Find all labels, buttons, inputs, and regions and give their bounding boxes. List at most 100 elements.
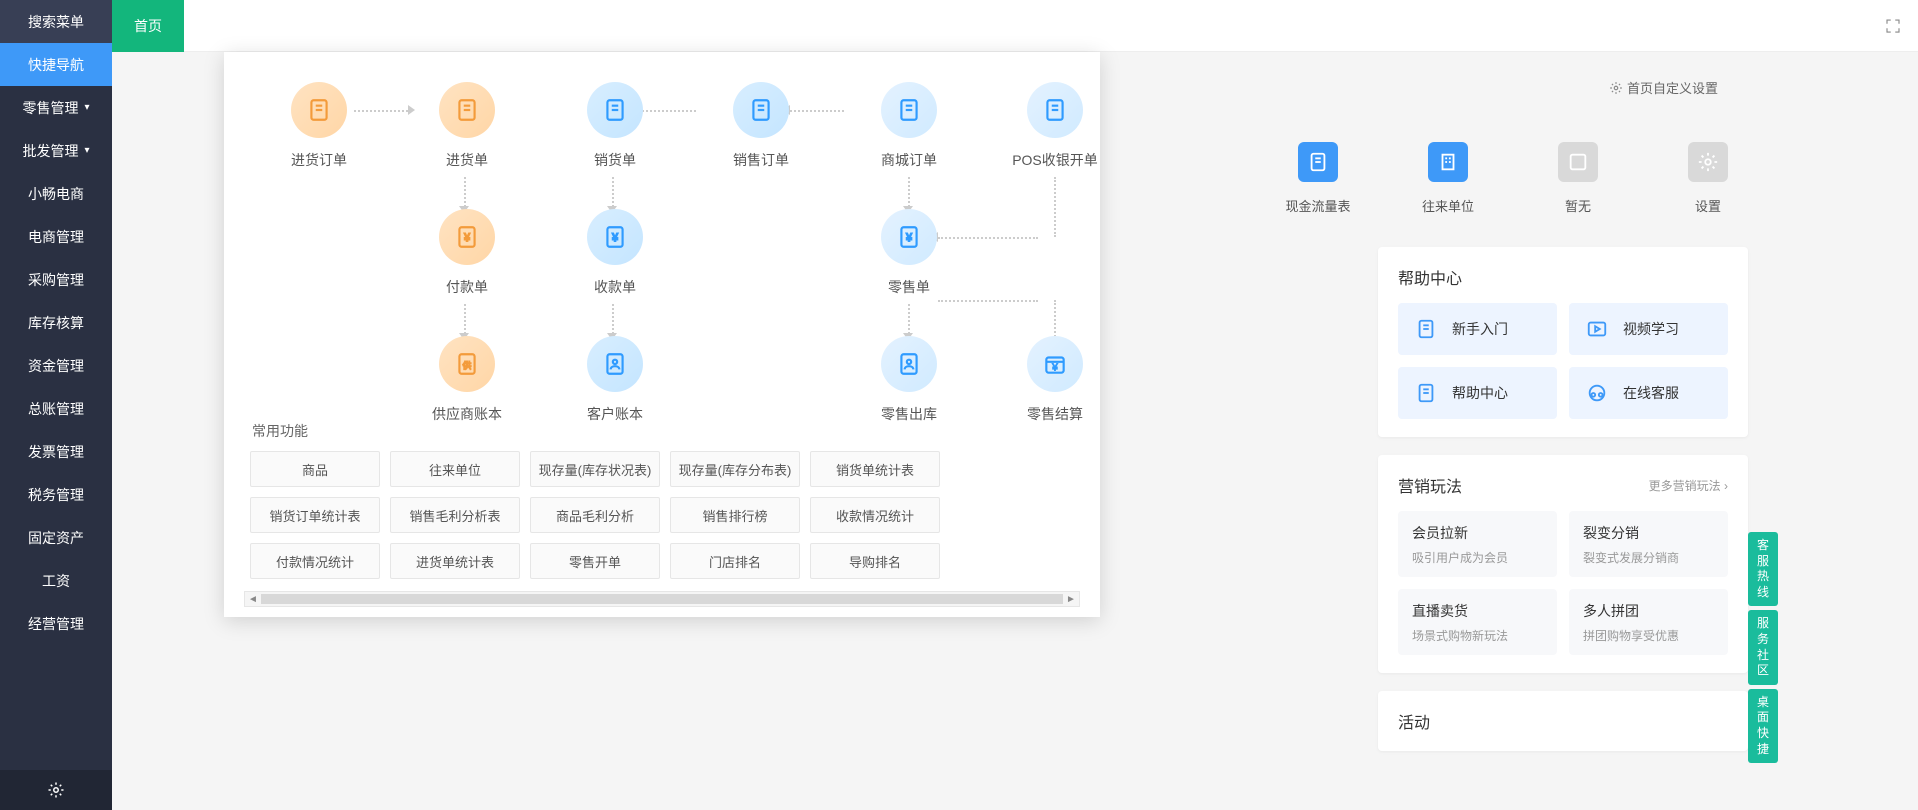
help-label: 新手入门 — [1452, 319, 1508, 339]
help-label: 视频学习 — [1623, 319, 1679, 339]
flow-客户账本[interactable]: 客户账本 — [570, 336, 660, 424]
flow-label: 零售单 — [888, 277, 930, 297]
tab-home[interactable]: 首页 — [112, 0, 184, 52]
flow-零售结算[interactable]: 零售结算 — [1010, 336, 1100, 424]
sidebar-item-快捷导航[interactable]: 快捷导航 — [0, 43, 112, 86]
flow-零售出库[interactable]: 零售出库 — [864, 336, 954, 424]
sidebar-item-label: 库存核算 — [28, 313, 84, 333]
scroll-right-button[interactable]: ► — [1063, 592, 1079, 606]
settings-icon — [1688, 142, 1728, 182]
common-销售毛利分析表[interactable]: 销售毛利分析表 — [390, 497, 520, 533]
flow-icon — [587, 209, 643, 265]
promo-会员拉新[interactable]: 会员拉新吸引用户成为会员 — [1398, 511, 1557, 577]
sidebar-search-label: 搜索菜单 — [28, 12, 84, 32]
quick-label: 暂无 — [1565, 196, 1591, 215]
cashflow-icon — [1298, 142, 1338, 182]
common-销货单统计表[interactable]: 销货单统计表 — [810, 451, 940, 487]
promo-裂变分销[interactable]: 裂变分销裂变式发展分销商 — [1569, 511, 1728, 577]
flow-销售订单[interactable]: 销售订单 — [716, 82, 806, 170]
help-帮助中心[interactable]: 帮助中心 — [1398, 367, 1557, 419]
sidebar-item-采购管理[interactable]: 采购管理 — [0, 258, 112, 301]
sidebar-item-税务管理[interactable]: 税务管理 — [0, 473, 112, 516]
sidebar-item-零售管理[interactable]: 零售管理▾ — [0, 86, 112, 129]
floater-客服热线[interactable]: 客服热线 — [1748, 532, 1778, 606]
sidebar-item-工资[interactable]: 工资 — [0, 559, 112, 602]
common-进货单统计表[interactable]: 进货单统计表 — [390, 543, 520, 579]
quick-contacts[interactable]: 往来单位 — [1408, 142, 1488, 215]
common-零售开单[interactable]: 零售开单 — [530, 543, 660, 579]
quick-settings[interactable]: 设置 — [1668, 142, 1748, 215]
sidebar-search[interactable]: 搜索菜单 — [0, 0, 112, 43]
flow-供应商账本[interactable]: 供应商账本 — [422, 336, 512, 424]
flow-付款单[interactable]: 付款单 — [422, 209, 512, 297]
help-在线客服[interactable]: 在线客服 — [1569, 367, 1728, 419]
common-往来单位[interactable]: 往来单位 — [390, 451, 520, 487]
flow-收款单[interactable]: 收款单 — [570, 209, 660, 297]
flow-label: 零售结算 — [1027, 404, 1083, 424]
flow-icon — [733, 82, 789, 138]
sidebar-item-资金管理[interactable]: 资金管理 — [0, 344, 112, 387]
flow-icon — [1027, 336, 1083, 392]
common-现存量(库存分布表)[interactable]: 现存量(库存分布表) — [670, 451, 800, 487]
help-icon — [1412, 315, 1440, 343]
common-导购排名[interactable]: 导购排名 — [810, 543, 940, 579]
scroll-left-button[interactable]: ◄ — [245, 592, 261, 606]
flow-商城订单[interactable]: 商城订单 — [864, 82, 954, 170]
sidebar-settings[interactable] — [0, 770, 112, 810]
help-视频学习[interactable]: 视频学习 — [1569, 303, 1728, 355]
common-付款情况统计[interactable]: 付款情况统计 — [250, 543, 380, 579]
common-商品[interactable]: 商品 — [250, 451, 380, 487]
promo-item-sub: 场景式购物新玩法 — [1412, 627, 1543, 644]
sidebar-item-发票管理[interactable]: 发票管理 — [0, 430, 112, 473]
promo-title: 营销玩法 — [1398, 473, 1462, 497]
common-销售排行榜[interactable]: 销售排行榜 — [670, 497, 800, 533]
quick-none[interactable]: 暂无 — [1538, 142, 1618, 215]
promo-item-title: 直播卖货 — [1412, 601, 1543, 621]
flow-icon — [1027, 82, 1083, 138]
gear-icon — [1609, 81, 1623, 95]
flow-label: 供应商账本 — [432, 404, 502, 424]
flow-label: 付款单 — [446, 277, 488, 297]
sidebar-item-总账管理[interactable]: 总账管理 — [0, 387, 112, 430]
sidebar-item-库存核算[interactable]: 库存核算 — [0, 301, 112, 344]
sidebar-item-批发管理[interactable]: 批发管理▾ — [0, 129, 112, 172]
promo-card: 营销玩法 更多营销玩法 › 会员拉新吸引用户成为会员裂变分销裂变式发展分销商直播… — [1378, 455, 1748, 673]
flow-零售单[interactable]: 零售单 — [864, 209, 954, 297]
quick-cashflow[interactable]: 现金流量表 — [1278, 142, 1358, 215]
sidebar-item-经营管理[interactable]: 经营管理 — [0, 602, 112, 645]
scroll-thumb[interactable] — [261, 594, 1063, 604]
flow-进货订单[interactable]: 进货订单 — [274, 82, 364, 170]
help-icon — [1412, 379, 1440, 407]
floater-桌面快捷[interactable]: 桌面快捷 — [1748, 689, 1778, 763]
sidebar-item-label: 工资 — [42, 571, 70, 591]
help-label: 帮助中心 — [1452, 383, 1508, 403]
flyout-scrollbar[interactable]: ◄ ► — [244, 591, 1080, 607]
common-商品毛利分析[interactable]: 商品毛利分析 — [530, 497, 660, 533]
flow-icon — [587, 82, 643, 138]
common-销货订单统计表[interactable]: 销货订单统计表 — [250, 497, 380, 533]
sidebar-item-label: 经营管理 — [28, 614, 84, 634]
flow-销货单[interactable]: 销货单 — [570, 82, 660, 170]
sidebar-item-电商管理[interactable]: 电商管理 — [0, 215, 112, 258]
common-收款情况统计[interactable]: 收款情况统计 — [810, 497, 940, 533]
flow-进货单[interactable]: 进货单 — [422, 82, 512, 170]
floater-服务社区[interactable]: 服务社区 — [1748, 610, 1778, 684]
promo-more[interactable]: 更多营销玩法 › — [1649, 477, 1728, 494]
common-门店排名[interactable]: 门店排名 — [670, 543, 800, 579]
sidebar-item-固定资产[interactable]: 固定资产 — [0, 516, 112, 559]
flow-icon — [439, 209, 495, 265]
flow-icon — [291, 82, 347, 138]
flow-label: 收款单 — [594, 277, 636, 297]
promo-直播卖货[interactable]: 直播卖货场景式购物新玩法 — [1398, 589, 1557, 655]
common-现存量(库存状况表)[interactable]: 现存量(库存状况表) — [530, 451, 660, 487]
promo-多人拼团[interactable]: 多人拼团拼团购物享受优惠 — [1569, 589, 1728, 655]
sidebar-item-label: 采购管理 — [28, 270, 84, 290]
help-新手入门[interactable]: 新手入门 — [1398, 303, 1557, 355]
flow-label: 销售订单 — [733, 150, 789, 170]
fullscreen-icon — [1884, 17, 1902, 35]
sidebar-item-小畅电商[interactable]: 小畅电商 — [0, 172, 112, 215]
fullscreen-button[interactable] — [1878, 11, 1908, 41]
promo-item-title: 裂变分销 — [1583, 523, 1714, 543]
flow-POS收银开单[interactable]: POS收银开单 — [1010, 82, 1100, 170]
custom-settings-link[interactable]: 首页自定义设置 — [1609, 78, 1718, 97]
